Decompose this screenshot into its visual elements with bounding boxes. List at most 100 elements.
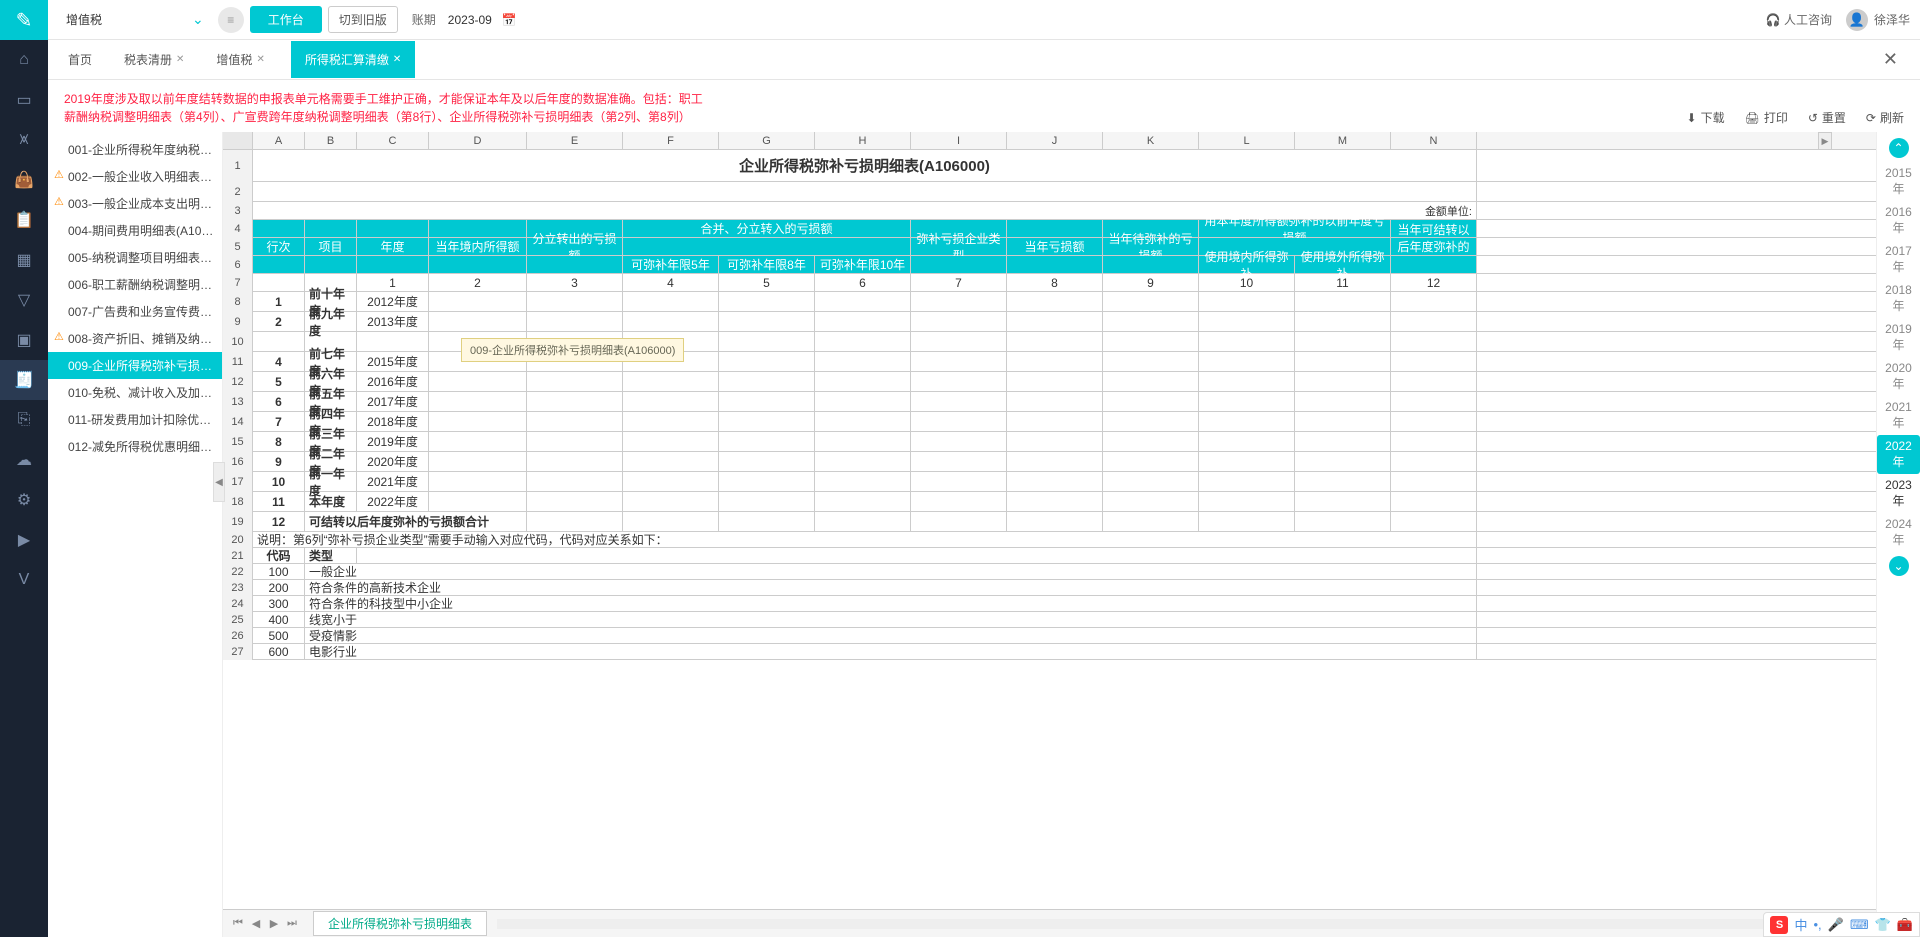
col-header-N[interactable]: N [1391,132,1477,149]
hdr-merge-split[interactable]: 合并、分立转入的亏损额 [623,220,911,237]
ime-skin-icon[interactable]: 👕 [1875,917,1891,933]
reset-button[interactable]: ↺重置 [1808,109,1846,126]
print-icon: 🖨 [1745,111,1760,125]
sheet-title[interactable]: 企业所得税弥补亏损明细表(A106000) [253,150,1477,181]
tab-income-tax[interactable]: 所得税汇算清缴✕ [291,41,415,78]
form-item-001[interactable]: 001-企业所得税年度纳税申… [48,136,222,163]
col-header-M[interactable]: M [1295,132,1391,149]
sheet-nav-first[interactable]: ⏮ [229,917,247,930]
year-scroll-down[interactable]: ⌄ [1889,556,1909,576]
year-2016年[interactable]: 2016年 [1877,201,1920,240]
nav-bag-icon[interactable]: 👜 [0,160,48,200]
tab-tax-list[interactable]: 税表清册✕ [118,41,190,78]
nav-filter-icon[interactable]: ▽ [0,280,48,320]
col-header-L[interactable]: L [1199,132,1295,149]
form-item-003[interactable]: ⚠003-一般企业成本支出明细… [48,190,222,217]
nav-chart-icon[interactable]: ⩙ [0,120,48,160]
nav-frame-icon[interactable]: ▣ [0,320,48,360]
form-item-004[interactable]: 004-期间费用明细表(A1040… [48,217,222,244]
nav-home-icon[interactable]: ⌂ [0,40,48,80]
sheet-nav-prev[interactable]: ◀ [247,917,265,930]
tab-vat[interactable]: 增值税✕ [210,41,270,78]
ime-voice-icon[interactable]: 🎤 [1828,917,1844,933]
sheet-tab[interactable]: 企业所得税弥补亏损明细表 [313,911,487,936]
list-icon-button[interactable]: ≡ [218,7,244,33]
expand-columns-handle[interactable]: ▶ [1818,132,1832,150]
close-icon[interactable]: ✕ [176,54,184,65]
tab-home[interactable]: 首页 [62,41,98,78]
form-item-006[interactable]: 006-职工薪酬纳税调整明细… [48,271,222,298]
col-header-I[interactable]: I [911,132,1007,149]
nav-grid-icon[interactable]: ▦ [0,240,48,280]
user-menu[interactable]: 👤 徐泽华 [1846,9,1910,31]
consult-link[interactable]: 🎧 人工咨询 [1766,11,1832,28]
year-scroll-up[interactable]: ⌃ [1889,138,1909,158]
form-item-011[interactable]: 011-研发费用加计扣除优惠… [48,406,222,433]
year-2022年[interactable]: 2022年 [1877,435,1920,474]
form-item-label: 004-期间费用明细表(A1040… [68,224,222,238]
nav-v-icon[interactable]: V [0,560,48,600]
workbench-button[interactable]: 工作台 [250,6,322,33]
nav-export-icon[interactable]: ⎘ [0,400,48,440]
form-item-012[interactable]: 012-减免所得税优惠明细表(… [48,433,222,460]
col-header-H[interactable]: H [815,132,911,149]
period-value[interactable]: 2023-09 [448,13,492,27]
form-item-009[interactable]: 009-企业所得税弥补亏损明… [48,352,222,379]
form-item-008[interactable]: ⚠008-资产折旧、摊销及纳税… [48,325,222,352]
form-tooltip: 009-企业所得税弥补亏损明细表(A106000) [461,338,684,362]
col-header-D[interactable]: D [429,132,527,149]
form-item-005[interactable]: 005-纳税调整项目明细表(A1… [48,244,222,271]
reset-icon: ↺ [1808,111,1818,125]
nav-settings-icon[interactable]: ⚙ [0,480,48,520]
year-2018年[interactable]: 2018年 [1877,279,1920,318]
user-name: 徐泽华 [1874,11,1910,28]
col-header-B[interactable]: B [305,132,357,149]
year-2021年[interactable]: 2021年 [1877,396,1920,435]
tabstrip: 首页 税表清册✕ 增值税✕ 所得税汇算清缴✕ ✕ [48,40,1920,80]
calendar-icon[interactable]: 📅 [502,13,517,27]
nav-doc-icon[interactable]: ▭ [0,80,48,120]
close-icon[interactable]: ✕ [256,54,264,65]
spreadsheet-grid[interactable]: ABCDEFGHIJKLMN1企业所得税弥补亏损明细表(A106000)23金额… [223,132,1876,909]
switch-old-button[interactable]: 切到旧版 [328,6,398,33]
year-2017年[interactable]: 2017年 [1877,240,1920,279]
col-header-G[interactable]: G [719,132,815,149]
form-item-002[interactable]: ⚠002-一般企业收入明细表(A1… [48,163,222,190]
sheet-nav-next[interactable]: ▶ [265,917,283,930]
nav-tax-icon[interactable]: 🧾 [0,360,48,400]
nav-cloud-icon[interactable]: ☁ [0,440,48,480]
tax-type-dropdown[interactable]: 增值税 ⌄ [58,11,212,28]
year-2024年[interactable]: 2024年 [1877,513,1920,552]
close-all-button[interactable]: ✕ [1875,49,1906,70]
year-2019年[interactable]: 2019年 [1877,318,1920,357]
year-2020年[interactable]: 2020年 [1877,357,1920,396]
sheet-nav-last[interactable]: ⏭ [283,917,301,930]
col-header-A[interactable]: A [253,132,305,149]
year-2023年[interactable]: 2023年 [1877,474,1920,513]
ime-lang[interactable]: 中 [1794,915,1807,934]
nav-video-icon[interactable]: ▶ [0,520,48,560]
form-item-010[interactable]: 010-免税、减计收入及加计… [48,379,222,406]
col-header-C[interactable]: C [357,132,429,149]
ime-tool-icon[interactable]: 🧰 [1897,917,1913,933]
ime-keyboard-icon[interactable]: ⌨ [1850,917,1869,933]
print-button[interactable]: 🖨打印 [1745,109,1788,126]
hdr-use-prev[interactable]: 用本年度所得额弥补的以前年度亏损额 [1199,220,1391,237]
close-icon[interactable]: ✕ [393,54,401,65]
collapse-sidebar-handle[interactable]: ◀ [213,462,225,502]
nav-clipboard-icon[interactable]: 📋 [0,200,48,240]
col-header-E[interactable]: E [527,132,623,149]
app-logo: ✎ [0,0,48,40]
col-header-F[interactable]: F [623,132,719,149]
avatar: 👤 [1846,9,1868,31]
ime-punct-icon[interactable]: •, [1814,917,1822,932]
col-header-J[interactable]: J [1007,132,1103,149]
horizontal-scrollbar[interactable] [497,919,1866,929]
year-2015年[interactable]: 2015年 [1877,162,1920,201]
refresh-button[interactable]: ⟳刷新 [1866,109,1904,126]
col-header-K[interactable]: K [1103,132,1199,149]
ime-logo-icon[interactable]: S [1770,916,1788,934]
explain-text[interactable]: 说明：第6列“弥补亏损企业类型”需要手动输入对应代码，代码对应关系如下： [253,532,1477,547]
download-button[interactable]: ⬇下载 [1687,109,1725,126]
form-item-007[interactable]: 007-广告费和业务宣传费跨… [48,298,222,325]
